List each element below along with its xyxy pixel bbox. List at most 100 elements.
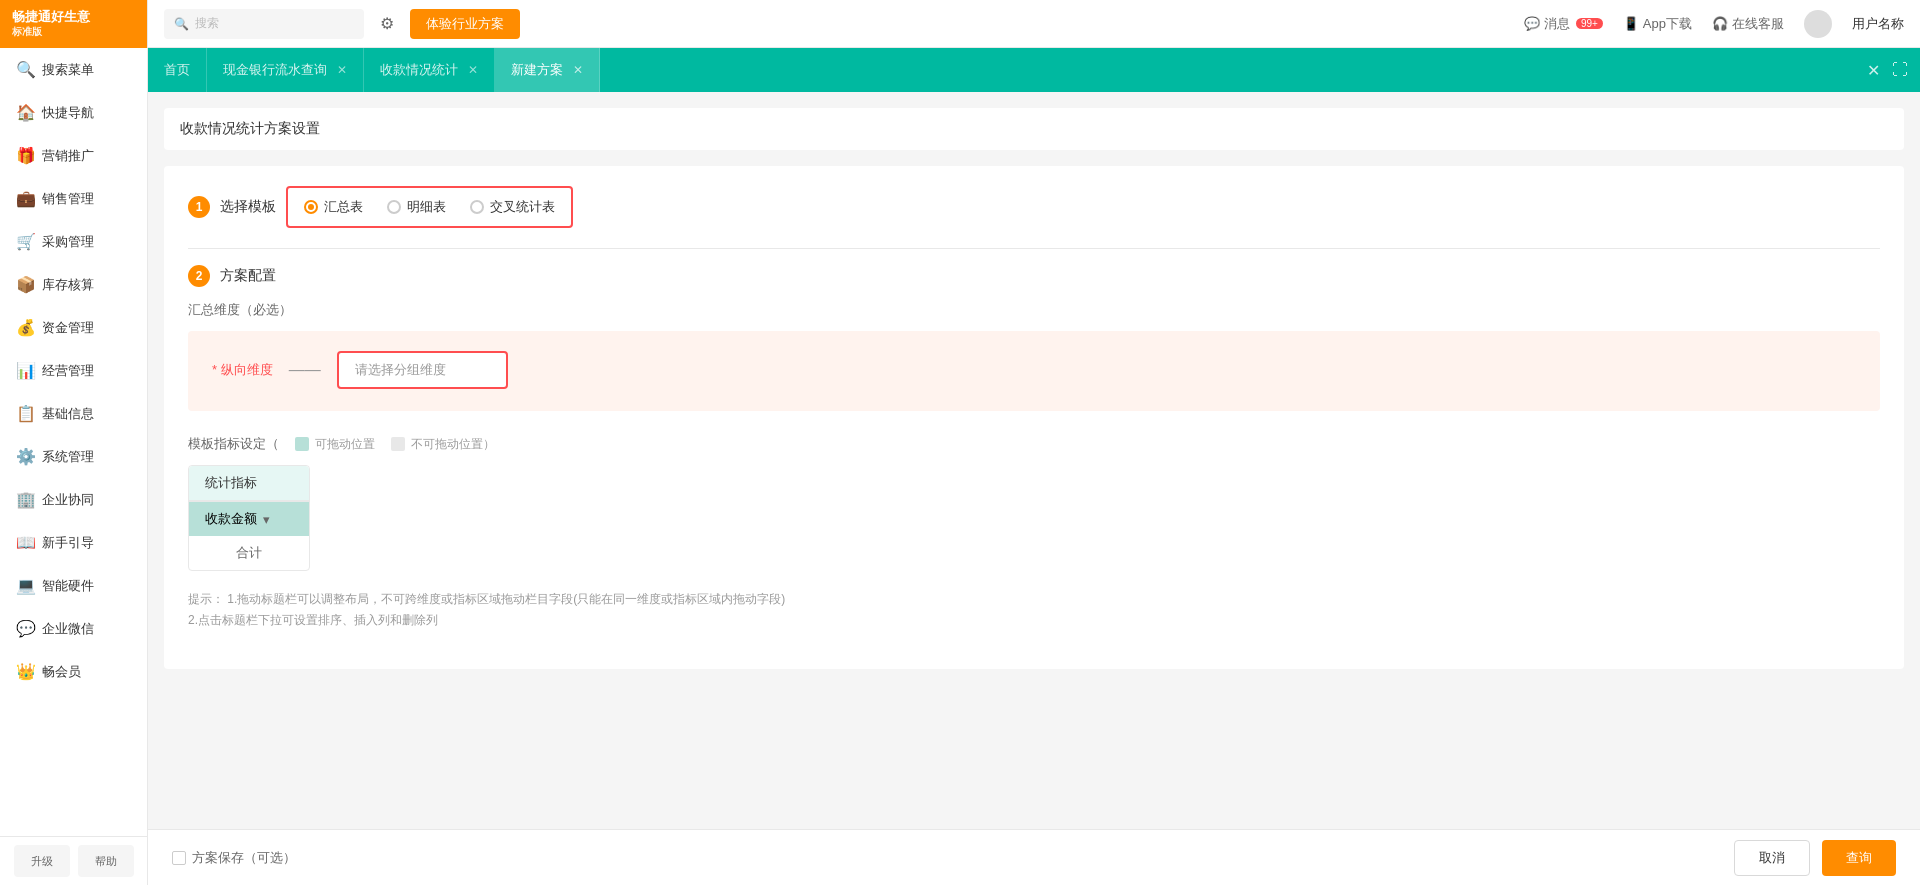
draggable-box [295,437,309,451]
tip2: 2.点击标题栏下拉可设置排序、插入列和删除列 [188,612,1880,629]
sidebar-bottom: 升级 帮助 [0,836,147,885]
radio-summary[interactable]: 汇总表 [304,198,363,216]
wechat-icon: 💬 [16,619,34,638]
sidebar-item-finance[interactable]: 💰 资金管理 [0,306,147,349]
app-download-item[interactable]: 📱 App下载 [1623,15,1692,33]
radio-summary-label: 汇总表 [324,198,363,216]
trial-button[interactable]: 体验行业方案 [410,9,520,39]
divider1 [188,248,1880,249]
sidebar-item-enterprise[interactable]: 🏢 企业协同 [0,478,147,521]
page-title: 收款情况统计方案设置 [164,108,1904,150]
sidebar-item-basic[interactable]: 📋 基础信息 [0,392,147,435]
basic-icon: 📋 [16,404,34,423]
metrics-col1: 收款金额 ▾ 合计 [189,502,309,570]
app-logo: 畅捷通好生意 标准版 [0,0,147,48]
radio-detail[interactable]: 明细表 [387,198,446,216]
operation-icon: 📊 [16,361,34,380]
step1-badge: 1 [188,196,210,218]
save-option[interactable]: 方案保存（可选） [172,849,296,867]
tip1: 提示： 1.拖动标题栏可以调整布局，不可跨维度或指标区域拖动栏目字段(只能在同一… [188,591,1880,608]
radio-detail-circle [387,200,401,214]
sidebar-item-sales[interactable]: 💼 销售管理 [0,177,147,220]
tab-expand-icon[interactable]: ⛶ [1892,61,1908,79]
sidebar-item-label: 搜索菜单 [42,61,94,79]
sidebar-item-purchase[interactable]: 🛒 采购管理 [0,220,147,263]
sidebar-item-label: 快捷导航 [42,104,94,122]
app-name: 畅捷通好生意 [12,9,90,25]
sidebar-item-search-menu[interactable]: 🔍 搜索菜单 [0,48,147,91]
tab-collect-stat-close[interactable]: ✕ [468,63,478,77]
query-button[interactable]: 查询 [1822,840,1896,876]
topbar-search[interactable]: 🔍 搜索 [164,9,364,39]
tab-collect-stat-label: 收款情况统计 [380,61,458,79]
tab-home-label: 首页 [164,61,190,79]
step1-section: 1 选择模板 汇总表 明细表 交叉统计表 [188,186,1880,228]
col1-header[interactable]: 收款金额 ▾ [189,502,309,536]
metrics-table-header: 统计指标 [189,466,309,501]
hint-draggable: 可拖动位置 [295,436,375,453]
tab-collect-stat[interactable]: 收款情况统计 ✕ [364,48,495,92]
sidebar-item-quick-nav[interactable]: 🏠 快捷导航 [0,91,147,134]
sidebar-item-label: 畅会员 [42,663,81,681]
sidebar-item-wechat[interactable]: 💬 企业微信 [0,607,147,650]
step1-header: 1 选择模板 汇总表 明细表 交叉统计表 [188,186,1880,228]
settings-icon[interactable]: ⚙ [380,14,394,33]
notifications-label: 消息 [1544,15,1570,33]
step2-badge: 2 [188,265,210,287]
support-icon: 🎧 [1712,16,1728,31]
home-icon: 🏠 [16,103,34,122]
guide-icon: 📖 [16,533,34,552]
sidebar-item-system[interactable]: ⚙️ 系统管理 [0,435,147,478]
radio-cross-circle [470,200,484,214]
sidebar-item-label: 采购管理 [42,233,94,251]
download-label: App下载 [1643,15,1692,33]
sidebar-item-label: 智能硬件 [42,577,94,595]
sidebar-item-marketing[interactable]: 🎁 营销推广 [0,134,147,177]
gift-icon: 🎁 [16,146,34,165]
metrics-table-header-label: 统计指标 [205,474,257,492]
sidebar-item-operation[interactable]: 📊 经营管理 [0,349,147,392]
sidebar-item-label: 销售管理 [42,190,94,208]
content-area: 收款情况统计方案设置 1 选择模板 汇总表 明细表 [148,92,1920,829]
metrics-label: 模板指标设定（ [188,435,279,453]
tab-home[interactable]: 首页 [148,48,207,92]
purchase-icon: 🛒 [16,232,34,251]
notifications-item[interactable]: 💬 消息 99+ [1524,15,1603,33]
dimension-selector[interactable]: 请选择分组维度 [337,351,508,389]
step2-section: 2 方案配置 汇总维度（必选） * 纵向维度 —— 请选择分组维度 [188,265,1880,629]
radio-cross[interactable]: 交叉统计表 [470,198,555,216]
sidebar-item-label: 营销推广 [42,147,94,165]
tab-new-plan-close[interactable]: ✕ [573,63,583,77]
template-select-row: 汇总表 明细表 交叉统计表 [286,186,573,228]
system-icon: ⚙️ [16,447,34,466]
cancel-button[interactable]: 取消 [1734,840,1810,876]
sidebar-item-hardware[interactable]: 💻 智能硬件 [0,564,147,607]
search-menu-icon: 🔍 [16,60,34,79]
sidebar-item-inventory[interactable]: 📦 库存核算 [0,263,147,306]
col1-dropdown-icon: ▾ [263,512,270,527]
tab-bank-flow-close[interactable]: ✕ [337,63,347,77]
save-checkbox[interactable] [172,851,186,865]
avatar[interactable] [1804,10,1832,38]
sidebar-item-label: 系统管理 [42,448,94,466]
help-button[interactable]: 帮助 [78,845,134,877]
tab-bank-flow[interactable]: 现金银行流水查询 ✕ [207,48,364,92]
upgrade-button[interactable]: 升级 [14,845,70,877]
topbar-right: 💬 消息 99+ 📱 App下载 🎧 在线客服 用户名称 [1524,10,1904,38]
notifications-badge: 99+ [1576,18,1603,29]
finance-icon: 💰 [16,318,34,337]
sidebar-item-guide[interactable]: 📖 新手引导 [0,521,147,564]
col1-total: 合计 [189,536,309,570]
sidebar-item-member[interactable]: 👑 畅会员 [0,650,147,693]
username: 用户名称 [1852,15,1904,33]
dimension-config: 汇总维度（必选） * 纵向维度 —— 请选择分组维度 [188,301,1880,411]
metrics-table-body: 收款金额 ▾ 合计 [189,501,309,570]
tips-section: 提示： 1.拖动标题栏可以调整布局，不可跨维度或指标区域拖动栏目字段(只能在同一… [188,591,1880,629]
radio-cross-label: 交叉统计表 [490,198,555,216]
support-item[interactable]: 🎧 在线客服 [1712,15,1784,33]
tab-new-plan-label: 新建方案 [511,61,563,79]
tab-close-all-icon[interactable]: ✕ [1867,61,1880,80]
tabbar-controls: ✕ ⛶ [1855,48,1920,92]
member-icon: 👑 [16,662,34,681]
tab-new-plan[interactable]: 新建方案 ✕ [495,48,600,92]
